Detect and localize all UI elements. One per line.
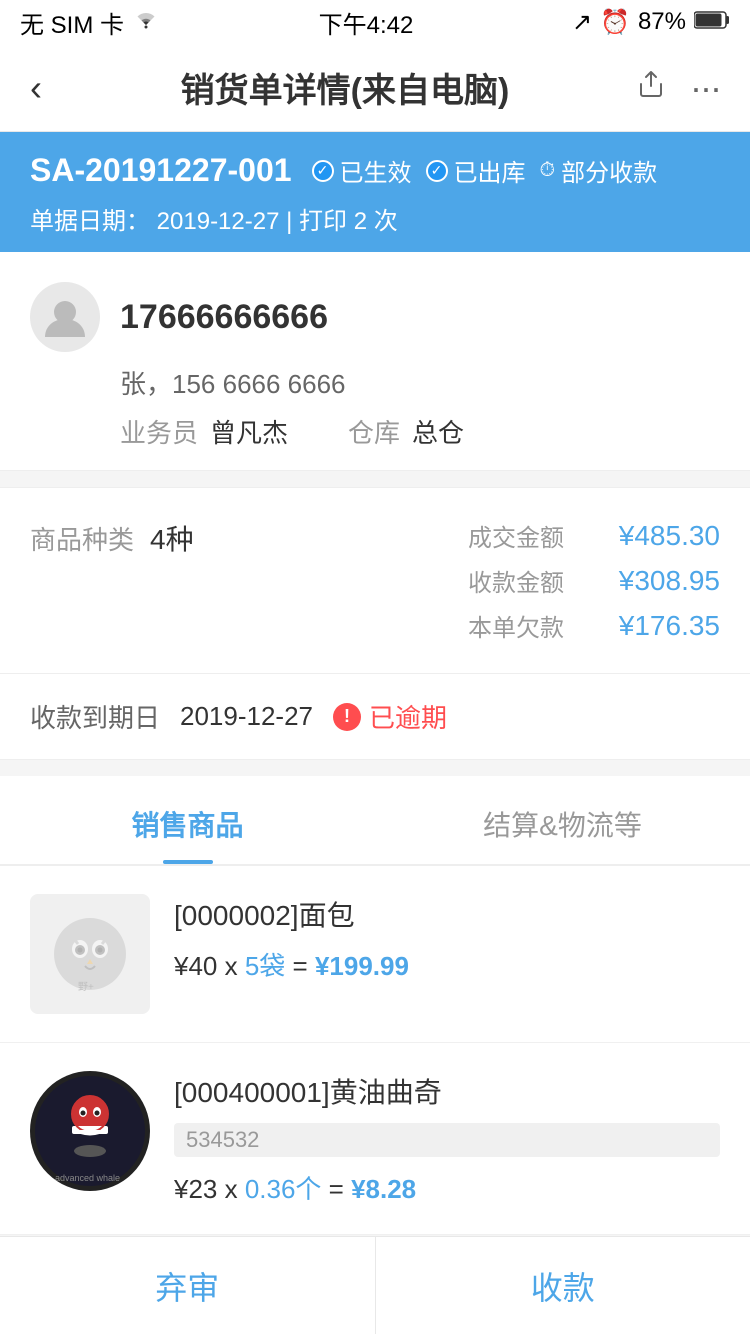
product-name-1: [0000002]面包 (174, 894, 720, 934)
equals-2: = (321, 1174, 351, 1204)
product-sku-2: 534532 (174, 1123, 720, 1157)
badge-shipped: ✓ 已出库 (426, 153, 526, 188)
svg-text:advanced whale: advanced whale (55, 1173, 120, 1183)
battery-icon (694, 8, 730, 36)
summary-section: 商品种类 4种 成交金额 ¥485.30 收款金额 ¥308.95 本单欠款 ¥… (0, 487, 750, 674)
customer-top: 17666666666 (30, 282, 720, 352)
status-bar: 无 SIM 卡 下午4:42 ↗ ⏰ 87% (0, 0, 750, 44)
nav-actions: ··· (600, 67, 720, 109)
overdue-label: 收款到期日 (30, 698, 160, 735)
badge-effective: ✓ 已生效 (312, 153, 412, 188)
owed-amount-label: 本单欠款 (468, 608, 564, 643)
sales-rep-label: 业务员 (120, 413, 198, 450)
date-label: 单据日期： (30, 208, 150, 235)
svg-text:野+: 野+ (78, 981, 94, 993)
qty-2: 0.36个 (245, 1174, 322, 1204)
overdue-warning-icon: ! (333, 703, 361, 731)
product-item-2: advanced whale [000400001]黄油曲奇 534532 ¥2… (0, 1043, 750, 1235)
collect-payment-button[interactable]: 收款 (376, 1237, 750, 1334)
tabs-container: 销售商品 结算&物流等 (0, 776, 750, 866)
product-list: 野+ [0000002]面包 ¥40 x 5袋 = ¥199.99 (0, 866, 750, 1235)
location-icon: ↗ (572, 8, 592, 37)
status-right: ↗ ⏰ 87% (572, 8, 730, 37)
qty-1: 5袋 (245, 951, 285, 981)
product-info-2: [000400001]黄油曲奇 534532 ¥23 x 0.36个 = ¥8.… (174, 1071, 720, 1206)
badge-partial: ⏱ 部分收款 (540, 153, 658, 188)
order-header: SA-20191227-001 ✓ 已生效 ✓ 已出库 ⏱ 部分收款 单据日期：… (0, 132, 750, 252)
product-name-2: [000400001]黄油曲奇 (174, 1071, 720, 1111)
product-item: 野+ [0000002]面包 ¥40 x 5袋 = ¥199.99 (0, 866, 750, 1043)
page-title: 销货单详情(来自电脑) (90, 63, 600, 112)
order-badges: ✓ 已生效 ✓ 已出库 ⏱ 部分收款 (312, 153, 658, 188)
check-icon-2: ✓ (426, 160, 448, 182)
wifi-icon (132, 8, 160, 36)
order-id: SA-20191227-001 (30, 152, 292, 189)
product-thumb-1: 野+ (30, 894, 150, 1014)
print-unit: 次 (374, 208, 398, 235)
share-icon[interactable] (636, 69, 666, 107)
avatar (30, 282, 100, 352)
owed-amount-value: ¥176.35 (580, 610, 720, 642)
overdue-status: 已逾期 (369, 698, 447, 735)
deal-amount-label: 成交金额 (468, 518, 564, 553)
customer-section: 17666666666 张，156 6666 6666 业务员 曾凡杰 仓库 总… (0, 252, 750, 471)
print-count: 2 (354, 208, 367, 235)
bottom-bar: 弃审 收款 (0, 1236, 750, 1334)
customer-meta: 业务员 曾凡杰 仓库 总仓 (30, 413, 720, 450)
order-date: 2019-12-27 (157, 208, 280, 235)
back-button[interactable]: ‹ (30, 67, 90, 109)
check-icon: ✓ (312, 160, 334, 182)
product-price-1: ¥40 x 5袋 = ¥199.99 (174, 946, 720, 983)
warehouse-label: 仓库 (348, 413, 400, 450)
product-types-value: 4种 (150, 518, 194, 558)
battery-text: 87% (638, 8, 686, 36)
status-time: 下午4:42 (319, 5, 414, 40)
price-base-1: ¥40 x (174, 951, 245, 981)
status-left: 无 SIM 卡 (20, 5, 160, 40)
sales-rep-value: 曾凡杰 (210, 413, 288, 450)
price-base-2: ¥23 x (174, 1174, 245, 1204)
equals-1: = (285, 951, 315, 981)
customer-id: 17666666666 (120, 298, 328, 337)
total-2: ¥8.28 (351, 1174, 416, 1204)
product-info-1: [0000002]面包 ¥40 x 5袋 = ¥199.99 (174, 894, 720, 983)
cancel-review-button[interactable]: 弃审 (0, 1237, 376, 1334)
tab-settlement[interactable]: 结算&物流等 (375, 776, 750, 864)
overdue-date: 2019-12-27 (180, 701, 313, 732)
carrier-text: 无 SIM 卡 (20, 5, 124, 40)
alarm-icon: ⏰ (600, 8, 630, 37)
overdue-badge: ! 已逾期 (333, 698, 447, 735)
order-date-row: 单据日期： 2019-12-27 | 打印 2 次 (30, 201, 720, 236)
product-thumb-2: advanced whale (30, 1071, 150, 1191)
received-amount-label: 收款金额 (468, 563, 564, 598)
received-amount-value: ¥308.95 (580, 565, 720, 597)
product-price-2: ¥23 x 0.36个 = ¥8.28 (174, 1169, 720, 1206)
overdue-section: 收款到期日 2019-12-27 ! 已逾期 (0, 674, 750, 760)
nav-bar: ‹ 销货单详情(来自电脑) ··· (0, 44, 750, 132)
deal-amount-value: ¥485.30 (580, 520, 720, 552)
total-1: ¥199.99 (315, 951, 409, 981)
more-icon[interactable]: ··· (690, 67, 720, 109)
customer-contact: 张，156 6666 6666 (30, 364, 720, 401)
tab-sales-products[interactable]: 销售商品 (0, 776, 375, 864)
print-separator: | 打印 (286, 208, 354, 235)
warehouse-value: 总仓 (412, 413, 464, 450)
product-types-label: 商品种类 (30, 520, 134, 557)
clock-icon: ⏱ (540, 159, 556, 182)
